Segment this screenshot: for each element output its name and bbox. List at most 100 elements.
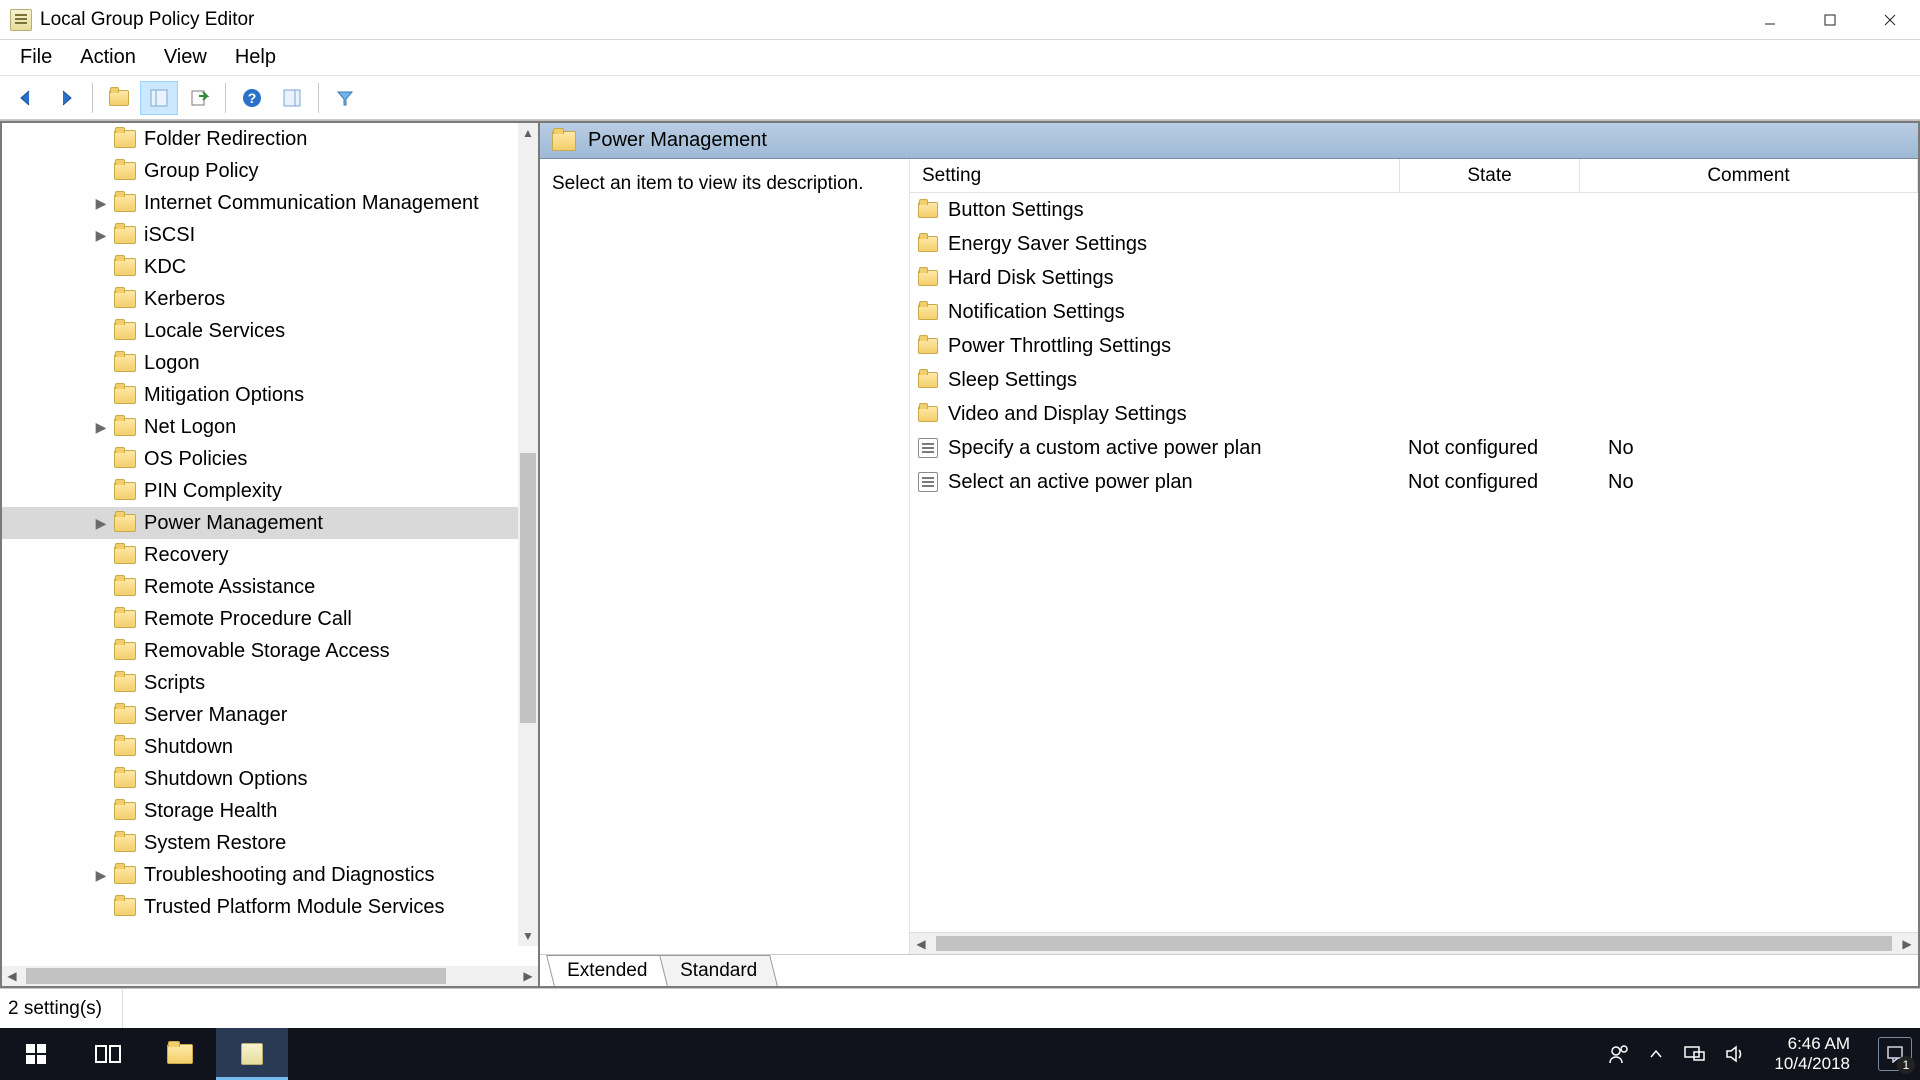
tree-item[interactable]: Logon xyxy=(2,347,518,379)
people-icon[interactable] xyxy=(1608,1043,1630,1065)
settings-folder-row[interactable]: Notification Settings xyxy=(910,295,1918,329)
volume-icon[interactable] xyxy=(1724,1043,1746,1065)
export-list-button[interactable] xyxy=(180,81,218,115)
scroll-right-icon[interactable]: ▶ xyxy=(1896,933,1918,954)
toolbar-separator xyxy=(225,83,226,113)
tree-item[interactable]: OS Policies xyxy=(2,443,518,475)
settings-folder-row[interactable]: Video and Display Settings xyxy=(910,397,1918,431)
tray-overflow-icon[interactable] xyxy=(1648,1046,1664,1062)
network-icon[interactable] xyxy=(1682,1044,1706,1064)
settings-folder-row[interactable]: Hard Disk Settings xyxy=(910,261,1918,295)
scroll-down-icon[interactable]: ▼ xyxy=(518,926,538,946)
scroll-thumb[interactable] xyxy=(26,968,446,984)
tree-item-label: Storage Health xyxy=(144,800,277,823)
tree-item[interactable]: Remote Assistance xyxy=(2,571,518,603)
settings-folder-row[interactable]: Sleep Settings xyxy=(910,363,1918,397)
start-button[interactable] xyxy=(0,1028,72,1080)
expander-icon[interactable]: ▶ xyxy=(92,227,110,244)
folder-icon xyxy=(114,226,136,244)
tree-item[interactable]: ▶Power Management xyxy=(2,507,518,539)
tree-item[interactable]: Folder Redirection xyxy=(2,123,518,155)
tree-item[interactable]: Mitigation Options xyxy=(2,379,518,411)
expander-icon[interactable]: ▶ xyxy=(92,515,110,532)
scroll-thumb[interactable] xyxy=(936,936,1892,951)
expander-icon[interactable]: ▶ xyxy=(92,867,110,884)
tree-item[interactable]: Scripts xyxy=(2,667,518,699)
show-hide-action-pane-button[interactable] xyxy=(273,81,311,115)
task-view-button[interactable] xyxy=(72,1028,144,1080)
tree-item[interactable]: Group Policy xyxy=(2,155,518,187)
menu-view[interactable]: View xyxy=(150,40,221,75)
menu-file[interactable]: File xyxy=(6,40,66,75)
tree-item-label: KDC xyxy=(144,256,186,279)
minimize-button[interactable] xyxy=(1740,0,1800,40)
settings-policy-row[interactable]: Select an active power planNot configure… xyxy=(910,465,1918,499)
close-button[interactable] xyxy=(1860,0,1920,40)
setting-name: Power Throttling Settings xyxy=(948,335,1171,358)
tree-item[interactable]: ▶Internet Communication Management xyxy=(2,187,518,219)
tree-item[interactable]: Trusted Platform Module Services xyxy=(2,891,518,923)
tree-item[interactable]: Shutdown xyxy=(2,731,518,763)
action-center-button[interactable]: 1 xyxy=(1878,1037,1912,1071)
show-hide-tree-button[interactable] xyxy=(140,81,178,115)
tree-item-label: Recovery xyxy=(144,544,228,567)
tree-horizontal-scrollbar[interactable]: ◀ ▶ xyxy=(2,966,538,986)
tree-item[interactable]: Storage Health xyxy=(2,795,518,827)
scroll-left-icon[interactable]: ◀ xyxy=(910,933,932,954)
taskbar-app-explorer[interactable] xyxy=(144,1028,216,1080)
nav-back-button[interactable] xyxy=(7,81,45,115)
tree-item[interactable]: ▶iSCSI xyxy=(2,219,518,251)
tree-item[interactable]: System Restore xyxy=(2,827,518,859)
tree-item-label: Scripts xyxy=(144,672,205,695)
filter-button[interactable] xyxy=(326,81,364,115)
detail-tabs: Extended Standard xyxy=(540,954,1918,986)
tree-item[interactable]: Remote Procedure Call xyxy=(2,603,518,635)
expander-icon[interactable]: ▶ xyxy=(92,195,110,212)
detail-horizontal-scrollbar[interactable]: ◀ ▶ xyxy=(910,932,1918,954)
tree-item[interactable]: ▶ Net Logon xyxy=(2,411,518,443)
maximize-button[interactable] xyxy=(1800,0,1860,40)
tree-item-label: Removable Storage Access xyxy=(144,640,390,663)
folder-icon xyxy=(114,162,136,180)
setting-name: Notification Settings xyxy=(948,301,1125,324)
column-header-state[interactable]: State xyxy=(1400,159,1580,192)
tree-item[interactable]: Recovery xyxy=(2,539,518,571)
scroll-left-icon[interactable]: ◀ xyxy=(2,966,22,986)
folder-icon xyxy=(114,514,136,532)
column-headers: Setting State Comment xyxy=(910,159,1918,193)
column-header-comment[interactable]: Comment xyxy=(1580,159,1918,192)
file-explorer-icon xyxy=(167,1044,193,1064)
settings-folder-row[interactable]: Button Settings xyxy=(910,193,1918,227)
menu-action[interactable]: Action xyxy=(66,40,150,75)
settings-policy-row[interactable]: Specify a custom active power planNot co… xyxy=(910,431,1918,465)
tree-item[interactable]: Shutdown Options xyxy=(2,763,518,795)
tray-clock[interactable]: 6:46 AM 10/4/2018 xyxy=(1764,1034,1860,1073)
tree-item[interactable]: PIN Complexity xyxy=(2,475,518,507)
menu-help[interactable]: Help xyxy=(221,40,290,75)
help-button[interactable]: ? xyxy=(233,81,271,115)
settings-folder-row[interactable]: Power Throttling Settings xyxy=(910,329,1918,363)
taskbar-app-gpedit[interactable] xyxy=(216,1028,288,1080)
expander-icon[interactable]: ▶ xyxy=(92,419,110,436)
tree-vertical-scrollbar[interactable]: ▲ ▼ xyxy=(518,123,538,946)
tree-item[interactable]: Locale Services xyxy=(2,315,518,347)
tree-item[interactable]: ▶Troubleshooting and Diagnostics xyxy=(2,859,518,891)
tree-item[interactable]: KDC xyxy=(2,251,518,283)
folder-icon xyxy=(114,770,136,788)
scroll-up-icon[interactable]: ▲ xyxy=(518,123,538,143)
scroll-thumb[interactable] xyxy=(520,453,536,723)
tree-item[interactable]: Removable Storage Access xyxy=(2,635,518,667)
settings-folder-row[interactable]: Energy Saver Settings xyxy=(910,227,1918,261)
toolbar-separator xyxy=(92,83,93,113)
up-one-level-button[interactable] xyxy=(100,81,138,115)
scroll-right-icon[interactable]: ▶ xyxy=(518,966,538,986)
nav-forward-button[interactable] xyxy=(47,81,85,115)
setting-name: Specify a custom active power plan xyxy=(948,437,1262,460)
column-header-setting[interactable]: Setting xyxy=(910,159,1400,192)
tree-item[interactable]: Kerberos xyxy=(2,283,518,315)
tree-item-label: Net Logon xyxy=(144,416,236,439)
statusbar: 2 setting(s) xyxy=(0,988,1920,1028)
tab-standard[interactable]: Standard xyxy=(659,955,778,986)
tab-extended[interactable]: Extended xyxy=(546,955,668,986)
tree-item[interactable]: Server Manager xyxy=(2,699,518,731)
